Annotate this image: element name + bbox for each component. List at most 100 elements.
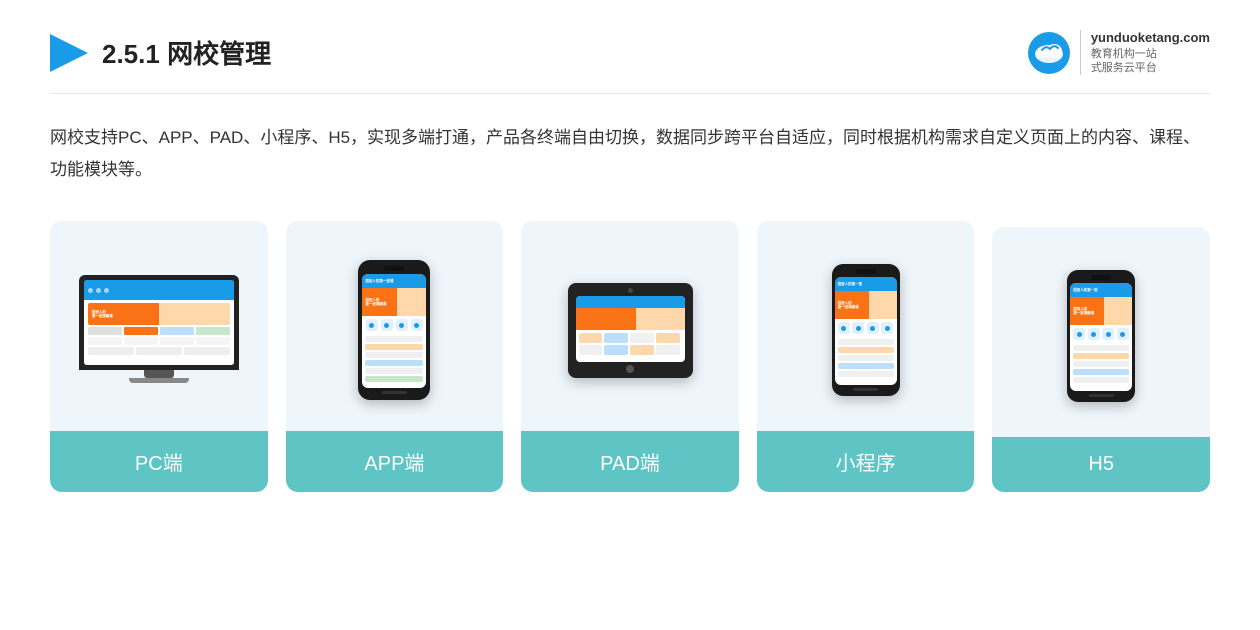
phone-hero-h5: 招进人的第一堂课模课 bbox=[1070, 297, 1132, 325]
phone-row-mp1 bbox=[838, 339, 894, 345]
phone-screen-h5: 招进人的第一堂 招进人的第一堂课模课 bbox=[1070, 283, 1132, 391]
logo-area: yunduoketang.com 教育机构一站式服务云平台 bbox=[1028, 30, 1210, 75]
card-pc-image: 招进人的第一堂课模课 bbox=[50, 221, 268, 431]
phone-icon-h51 bbox=[1073, 328, 1085, 340]
phone-row5 bbox=[365, 368, 423, 374]
phone-bottom-h5 bbox=[1089, 394, 1114, 397]
tablet-cell8 bbox=[656, 345, 680, 355]
pc-block1 bbox=[88, 327, 122, 335]
phone-icon-dot-h53 bbox=[1106, 332, 1111, 337]
pc-block11 bbox=[184, 347, 230, 355]
pc-hero-image bbox=[200, 305, 220, 323]
phone-row-h52 bbox=[1073, 353, 1129, 359]
phone-screen-mp: 招进人的第一堂 招进人的第一堂课模课 bbox=[835, 277, 897, 385]
page-header: 2.5.1 网校管理 yunduoketang.com 教育机构一站式服务云平台 bbox=[50, 30, 1210, 94]
phone-row-mp3 bbox=[838, 355, 894, 361]
cards-row: 招进人的第一堂课模课 bbox=[50, 221, 1210, 492]
tablet-cell3 bbox=[630, 333, 654, 343]
card-app-image: 招进人的第一堂课 招进人的第一堂课模课 bbox=[286, 221, 504, 431]
phone-icon-h52 bbox=[1088, 328, 1100, 340]
pc-block9 bbox=[88, 347, 134, 355]
phone-screen-header-h5: 招进人的第一堂 bbox=[1070, 283, 1132, 297]
pc-block10 bbox=[136, 347, 182, 355]
pc-stand bbox=[144, 370, 174, 378]
phone-icon-dot-h51 bbox=[1077, 332, 1082, 337]
pc-block7 bbox=[160, 337, 194, 345]
pc-screen-inner: 招进人的第一堂课模课 bbox=[84, 280, 234, 365]
header-left: 2.5.1 网校管理 bbox=[50, 34, 271, 72]
phone-notch-mp bbox=[856, 269, 876, 274]
phone-header-text-app: 招进人的第一堂课 bbox=[365, 280, 393, 284]
page-container: 2.5.1 网校管理 yunduoketang.com 教育机构一站式服务云平台 bbox=[0, 0, 1260, 630]
pc-content-blocks: 招进人的第一堂课模课 bbox=[84, 300, 234, 358]
pc-block5 bbox=[88, 337, 122, 345]
pc-block2 bbox=[124, 327, 158, 335]
pc-block8 bbox=[196, 337, 230, 345]
card-pc-label: PC端 bbox=[50, 431, 268, 492]
phone-icon-h53 bbox=[1102, 328, 1114, 340]
phone-screen-header-mp: 招进人的第一堂 bbox=[835, 277, 897, 291]
description-text: 网校支持PC、APP、PAD、小程序、H5，实现多端打通，产品各终端自由切换，数… bbox=[50, 122, 1210, 185]
phone-header-text-mp: 招进人的第一堂 bbox=[838, 283, 863, 287]
tablet-grid bbox=[576, 330, 685, 358]
phone-hero-app: 招进人的第一堂课模课 bbox=[362, 288, 426, 316]
phone-icon-dot1 bbox=[369, 323, 374, 328]
tablet-home-btn bbox=[626, 365, 634, 373]
phone-row-mp5 bbox=[838, 371, 894, 377]
phone-icon-dot-h52 bbox=[1091, 332, 1096, 337]
phone-screen-app: 招进人的第一堂课 招进人的第一堂课模课 bbox=[362, 274, 426, 388]
phone-hero-text-h5: 招进人的第一堂课模课 bbox=[1073, 307, 1094, 316]
pc-hero-text: 招进人的第一堂课模课 bbox=[88, 310, 113, 318]
phone-icon3 bbox=[396, 319, 408, 331]
card-pad-label: PAD端 bbox=[521, 431, 739, 492]
phone-content-rows-app bbox=[362, 334, 426, 384]
phone-row-h53 bbox=[1073, 361, 1129, 367]
pc-header-dot2 bbox=[96, 288, 101, 293]
phone-icons-row-mp bbox=[835, 319, 897, 337]
phone-row-h51 bbox=[1073, 345, 1129, 351]
card-miniprogram-label: 小程序 bbox=[757, 431, 975, 492]
card-h5-image: 招进人的第一堂 招进人的第一堂课模课 bbox=[992, 227, 1210, 437]
card-pc: 招进人的第一堂课模课 bbox=[50, 221, 268, 492]
pc-content-hero: 招进人的第一堂课模课 bbox=[88, 303, 230, 325]
card-miniprogram: 招进人的第一堂 招进人的第一堂课模课 bbox=[757, 221, 975, 492]
pc-block3 bbox=[160, 327, 194, 335]
logo-text-area: yunduoketang.com 教育机构一站式服务云平台 bbox=[1080, 30, 1210, 75]
tablet-screen bbox=[576, 296, 685, 362]
phone-row6 bbox=[365, 376, 423, 382]
phone-hero-text-app: 招进人的第一堂课模课 bbox=[365, 298, 386, 307]
phone-icons-row-app bbox=[362, 316, 426, 334]
card-h5: 招进人的第一堂 招进人的第一堂课模课 bbox=[992, 227, 1210, 492]
phone-row1 bbox=[365, 336, 423, 342]
tablet-camera bbox=[628, 288, 633, 293]
pc-screen-content: 招进人的第一堂课模课 bbox=[84, 280, 234, 365]
logo-tagline: 教育机构一站式服务云平台 bbox=[1091, 47, 1157, 76]
card-pad-image bbox=[521, 221, 739, 431]
pc-content-row1 bbox=[88, 327, 230, 335]
phone-icon-dot-mp3 bbox=[870, 326, 875, 331]
phone-icon1 bbox=[366, 319, 378, 331]
play-icon bbox=[50, 34, 88, 72]
pc-content-row2 bbox=[88, 337, 230, 345]
card-h5-label: H5 bbox=[992, 437, 1210, 492]
tablet-cell5 bbox=[579, 345, 603, 355]
logo-icon bbox=[1028, 32, 1070, 74]
tablet-cell6 bbox=[604, 345, 628, 355]
phone-icons-row-h5 bbox=[1070, 325, 1132, 343]
tablet-hero bbox=[576, 308, 685, 330]
phone-icon-mp4 bbox=[881, 322, 893, 334]
pc-stand-base bbox=[129, 370, 189, 383]
tablet-mockup bbox=[568, 283, 693, 378]
phone-screen-header-app: 招进人的第一堂课 bbox=[362, 274, 426, 288]
pc-screen-header-bar bbox=[84, 280, 234, 300]
phone-small-mockup-mp: 招进人的第一堂 招进人的第一堂课模课 bbox=[832, 264, 900, 396]
tablet-screen-header bbox=[576, 296, 685, 308]
tablet-cell1 bbox=[579, 333, 603, 343]
phone-notch-h5 bbox=[1091, 275, 1111, 280]
phone-icon-dot-mp1 bbox=[841, 326, 846, 331]
phone-notch-app bbox=[384, 266, 404, 271]
phone-small-mockup-h5: 招进人的第一堂 招进人的第一堂课模课 bbox=[1067, 270, 1135, 402]
phone-hero-text-mp: 招进人的第一堂课模课 bbox=[838, 301, 859, 310]
pc-screen-outer: 招进人的第一堂课模课 bbox=[79, 275, 239, 370]
phone-icon-dot-mp4 bbox=[885, 326, 890, 331]
